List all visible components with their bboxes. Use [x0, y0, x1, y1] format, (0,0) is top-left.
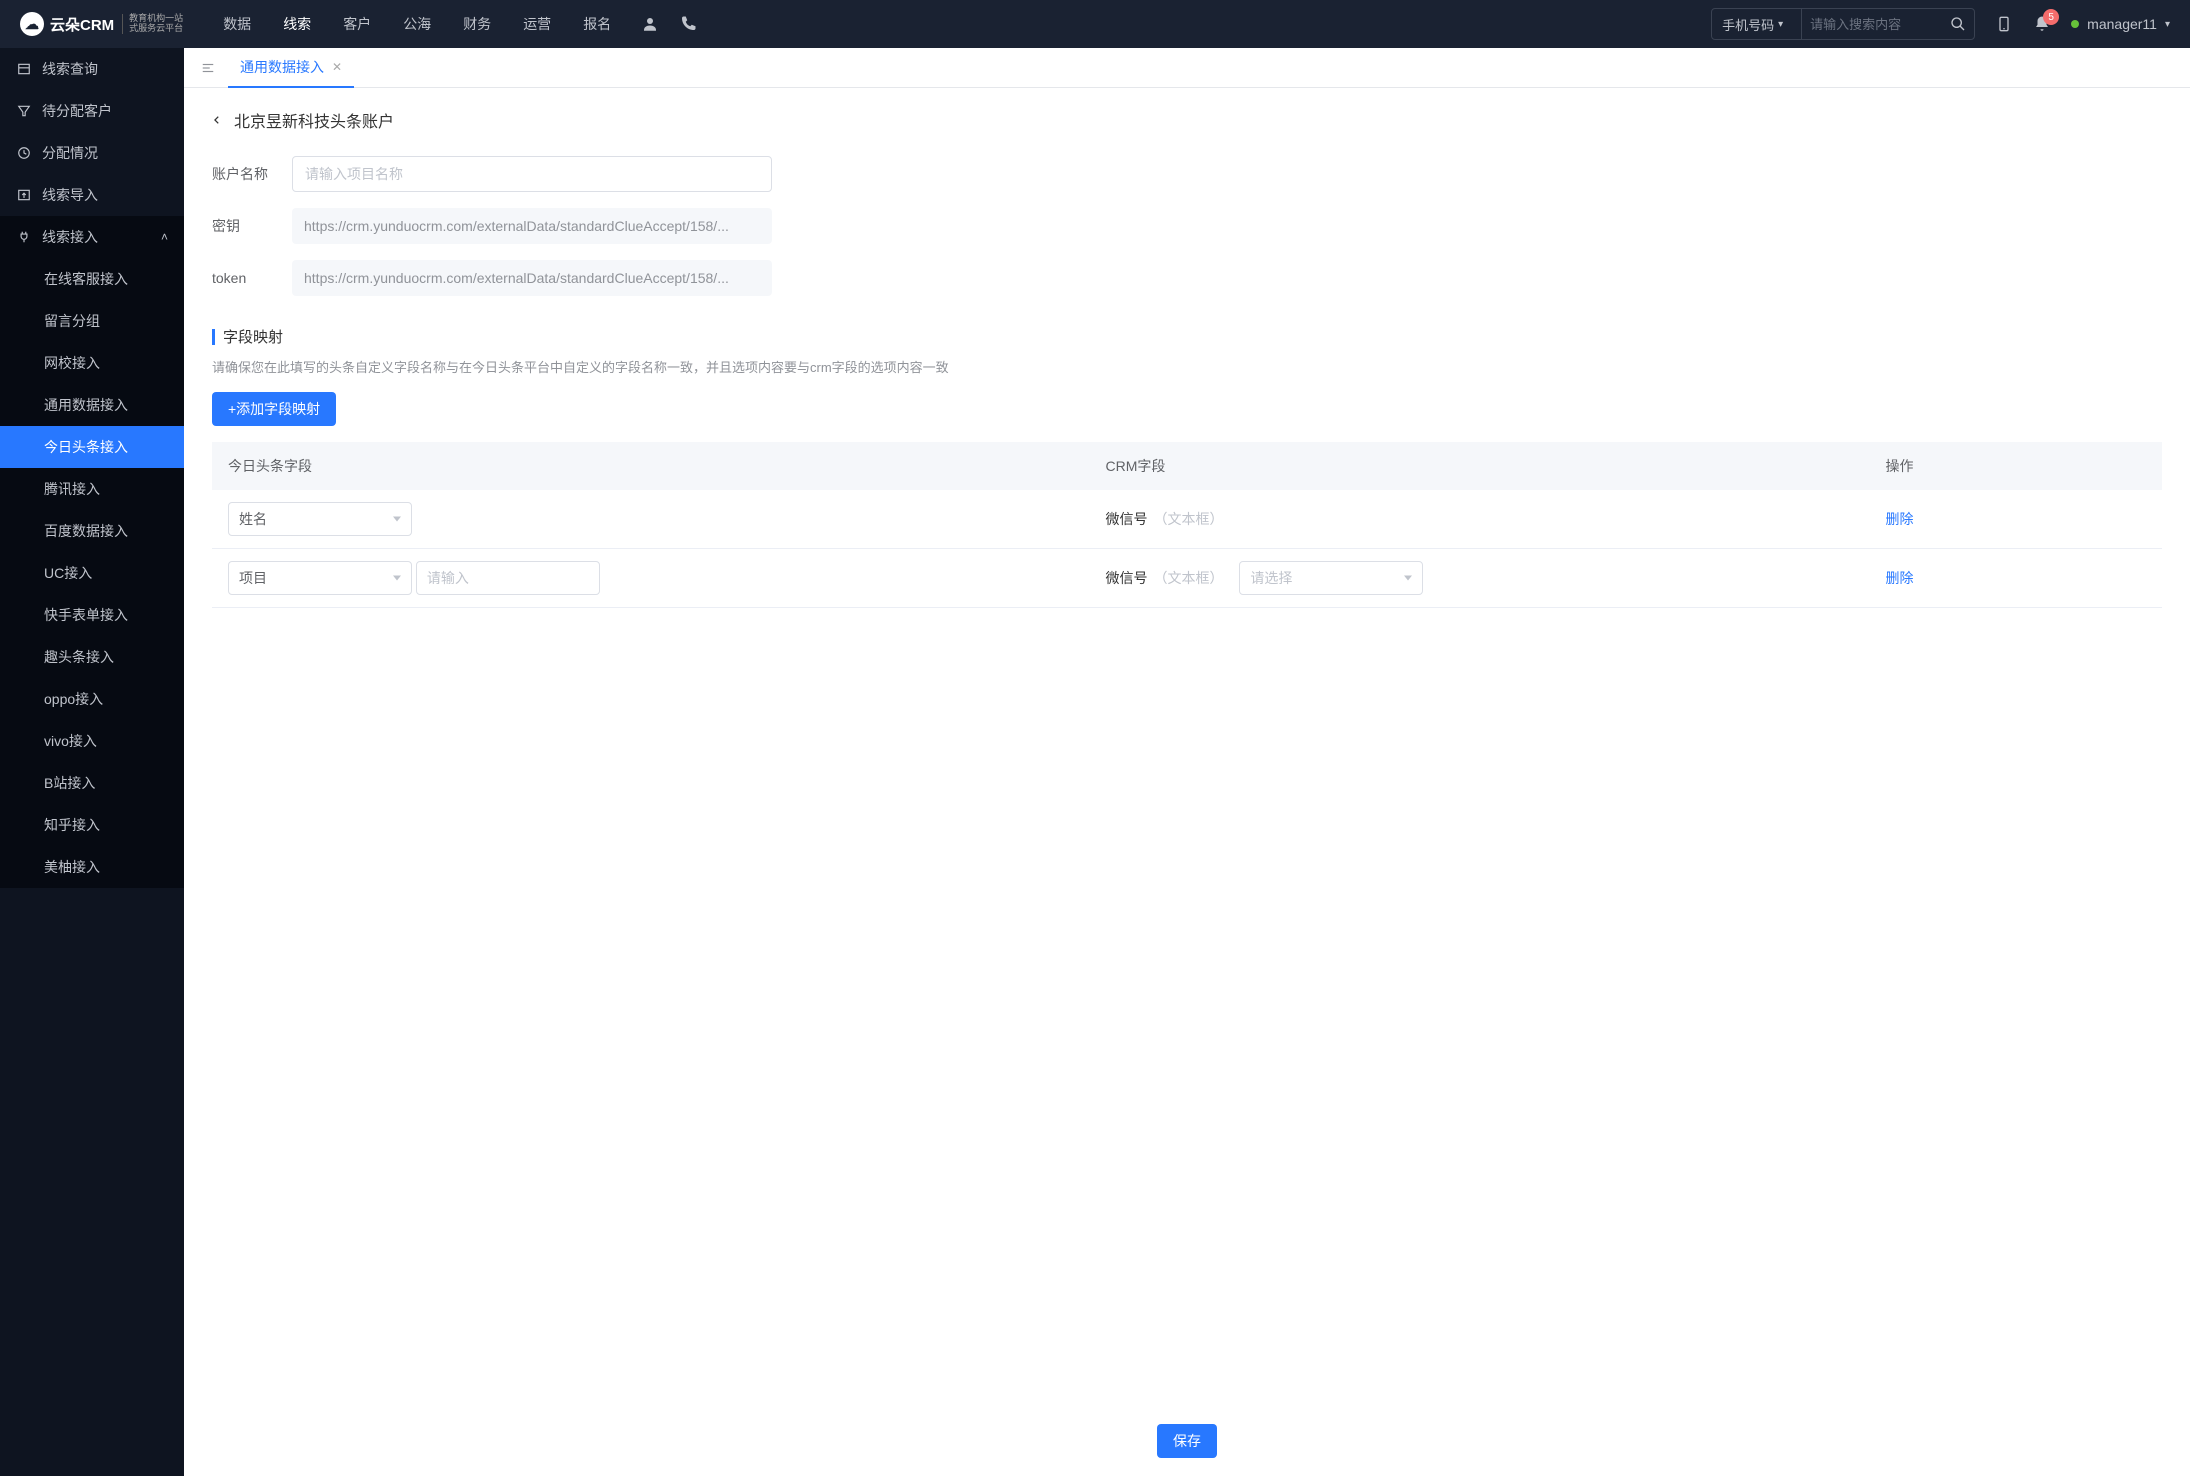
search-button[interactable] [1942, 9, 1974, 39]
user-icon[interactable] [641, 15, 659, 33]
collapse-sidebar-button[interactable] [196, 56, 220, 80]
nav-item-3[interactable]: 公海 [403, 14, 431, 34]
clock-icon [16, 146, 32, 160]
phone-icon[interactable] [679, 15, 697, 33]
top-header: ☁ 云朵CRM 教育机构一站 式服务云平台 数据 线索 客户 公海 财务 运营 报名 手机号… [0, 0, 2190, 48]
search-group: 手机号码 ▾ [1711, 8, 1975, 40]
sidebar-subitem-7[interactable]: UC接入 [0, 552, 184, 594]
col-toutiao: 今日头条字段 [212, 442, 1090, 490]
nav-item-6[interactable]: 报名 [583, 14, 611, 34]
sidebar-subitem-2[interactable]: 网校接入 [0, 342, 184, 384]
chevron-down-icon: ▾ [2165, 19, 2170, 30]
notification-badge: 5 [2043, 9, 2059, 25]
logo-text: 云朵CRM [50, 14, 114, 35]
sidebar-item-2[interactable]: 分配情况 [0, 132, 184, 174]
delete-row-button[interactable]: 删除 [1886, 570, 1914, 586]
top-nav: 数据 线索 客户 公海 财务 运营 报名 [223, 14, 611, 34]
cloud-icon: ☁ [20, 12, 44, 36]
status-dot-icon [2071, 20, 2079, 28]
crm-field-label: 微信号（文本框） [1106, 509, 1224, 529]
sidebar-subitem-14[interactable]: 美柚接入 [0, 846, 184, 888]
logo-sub: 教育机构一站 式服务云平台 [122, 14, 183, 34]
sidebar-subitem-9[interactable]: 趣头条接入 [0, 636, 184, 678]
bell-icon[interactable]: 5 [2033, 15, 2051, 33]
toutiao-field-select[interactable]: 项目 [228, 561, 412, 595]
logo: ☁ 云朵CRM 教育机构一站 式服务云平台 [20, 12, 183, 36]
sidebar-subitem-13[interactable]: 知乎接入 [0, 804, 184, 846]
user-menu[interactable]: manager11 ▾ [2071, 16, 2170, 32]
nav-item-2[interactable]: 客户 [343, 14, 371, 34]
tabs-bar: 通用数据接入 ✕ [184, 48, 2190, 88]
search-type-select[interactable]: 手机号码 ▾ [1712, 9, 1802, 39]
toutiao-extra-input[interactable] [416, 561, 600, 595]
upload-icon [16, 188, 32, 202]
mapping-hint: 请确保您在此填写的头条自定义字段名称与在今日头条平台中自定义的字段名称一致，并且… [212, 357, 2162, 376]
secret-label: 密钥 [212, 216, 292, 236]
chevron-down-icon: ▾ [1778, 19, 1783, 30]
col-action: 操作 [1870, 442, 2163, 490]
mapping-section-title: 字段映射 [212, 326, 2162, 347]
sidebar-subitem-11[interactable]: vivo接入 [0, 720, 184, 762]
chevron-up-icon: ˄ [161, 230, 168, 244]
col-crm: CRM字段 [1090, 442, 1870, 490]
main: 通用数据接入 ✕ 北京昱新科技头条账户 账户名称 密钥 https://crm.… [184, 48, 2190, 1476]
toutiao-field-select[interactable]: 姓名 [228, 502, 412, 536]
account-name-label: 账户名称 [212, 164, 292, 184]
back-button[interactable] [212, 112, 226, 128]
delete-row-button[interactable]: 删除 [1886, 511, 1914, 527]
sidebar-item-0[interactable]: 线索查询 [0, 48, 184, 90]
content: 北京昱新科技头条账户 账户名称 密钥 https://crm.yunduocrm… [184, 88, 2190, 1476]
table-row: 姓名 微信号（文本框） 删除 [212, 490, 2162, 549]
sidebar-subitem-10[interactable]: oppo接入 [0, 678, 184, 720]
sidebar-subitem-6[interactable]: 百度数据接入 [0, 510, 184, 552]
sidebar: 线索查询待分配客户分配情况线索导入线索接入˄在线客服接入留言分组网校接入通用数据… [0, 48, 184, 1476]
nav-item-1[interactable]: 线索 [283, 14, 311, 34]
crm-field-select[interactable]: 请选择 [1239, 561, 1423, 595]
list-icon [16, 62, 32, 76]
mapping-table: 今日头条字段 CRM字段 操作 姓名微信号（文本框）删除项目 微信号（文本框） … [212, 442, 2162, 608]
sidebar-item-3[interactable]: 线索导入 [0, 174, 184, 216]
sidebar-subitem-8[interactable]: 快手表单接入 [0, 594, 184, 636]
nav-item-4[interactable]: 财务 [463, 14, 491, 34]
table-row: 项目 微信号（文本框） 请选择 删除 [212, 549, 2162, 608]
crm-field-label: 微信号（文本框） [1106, 568, 1224, 588]
sidebar-subitem-1[interactable]: 留言分组 [0, 300, 184, 342]
sidebar-item-4[interactable]: 线索接入˄ [0, 216, 184, 258]
account-name-input[interactable] [292, 156, 772, 192]
token-value[interactable]: https://crm.yunduocrm.com/externalData/s… [292, 260, 772, 296]
sidebar-subitem-5[interactable]: 腾讯接入 [0, 468, 184, 510]
close-icon[interactable]: ✕ [332, 60, 342, 74]
mobile-icon[interactable] [1995, 15, 2013, 33]
plug-icon [16, 230, 32, 244]
filter-icon [16, 104, 32, 118]
page-header: 北京昱新科技头条账户 [212, 108, 2162, 132]
nav-item-5[interactable]: 运营 [523, 14, 551, 34]
search-input[interactable] [1802, 9, 1942, 39]
sidebar-subitem-0[interactable]: 在线客服接入 [0, 258, 184, 300]
secret-value[interactable]: https://crm.yunduocrm.com/externalData/s… [292, 208, 772, 244]
section-bar-icon [212, 329, 215, 345]
page-title: 北京昱新科技头条账户 [234, 108, 394, 132]
sidebar-item-1[interactable]: 待分配客户 [0, 90, 184, 132]
sidebar-subitem-4[interactable]: 今日头条接入 [0, 426, 184, 468]
save-button[interactable]: 保存 [1157, 1424, 1217, 1458]
sidebar-subitem-12[interactable]: B站接入 [0, 762, 184, 804]
tab-generic-data[interactable]: 通用数据接入 ✕ [228, 48, 354, 88]
sidebar-subitem-3[interactable]: 通用数据接入 [0, 384, 184, 426]
token-label: token [212, 270, 292, 286]
user-name: manager11 [2087, 16, 2157, 32]
header-right: 手机号码 ▾ 5 manager11 ▾ [1711, 8, 2170, 40]
nav-item-0[interactable]: 数据 [223, 14, 251, 34]
add-mapping-button[interactable]: +添加字段映射 [212, 392, 336, 426]
